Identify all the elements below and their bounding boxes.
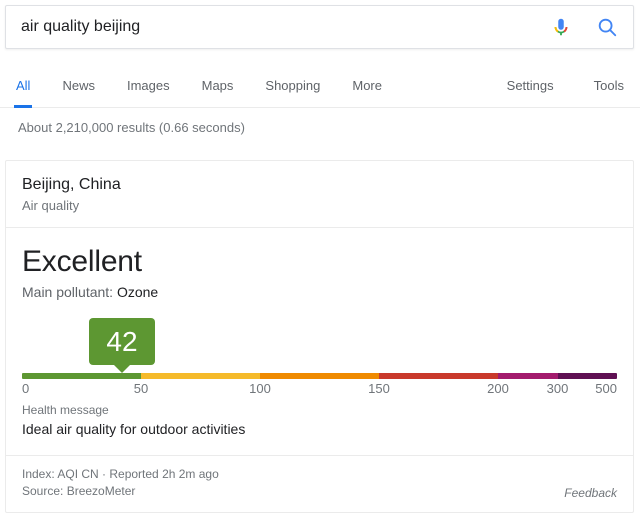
aqi-scale-tick-label: 50 [133, 381, 149, 396]
air-quality-card: Beijing, China Air quality Excellent Mai… [5, 160, 634, 513]
card-index-line: Index: AQI CN · Reported 2h 2m ago [22, 467, 219, 481]
tab-tools[interactable]: Tools [594, 64, 624, 94]
aqi-scale-segment [557, 373, 617, 379]
aqi-scale-tick-label: 150 [368, 381, 390, 396]
aqi-scale-labels: 0 50 100 150 200 300 500 [22, 381, 617, 399]
aqi-scale-tick-label: 300 [546, 381, 569, 396]
aqi-value-pointer [113, 364, 131, 373]
feedback-link[interactable]: Feedback [564, 486, 617, 500]
aqi-scale-segment [260, 373, 379, 379]
main-pollutant-label: Main pollutant: [22, 284, 114, 300]
air-quality-level: Excellent [22, 245, 142, 278]
health-message-title: Health message [22, 403, 109, 417]
tab-maps[interactable]: Maps [202, 64, 234, 94]
tab-settings[interactable]: Settings [507, 64, 554, 94]
health-message-section: Health message Ideal air quality for out… [6, 402, 633, 455]
microphone-icon[interactable] [549, 15, 573, 39]
result-stats: About 2,210,000 results (0.66 seconds) [18, 120, 245, 135]
aqi-scale-segment [498, 373, 558, 379]
aqi-gauge: 42 0 50 100 150 200 300 500 [22, 318, 617, 398]
nav-tabs-left: All News Images Maps Shopping More [13, 64, 414, 108]
aqi-scale-tick-label: 200 [487, 381, 509, 396]
card-header: Beijing, China Air quality [6, 161, 633, 228]
card-source-info: Index: AQI CN · Reported 2h 2m ago Sourc… [22, 466, 219, 500]
main-pollutant: Main pollutant: Ozone [22, 284, 617, 300]
aqi-value-badge: 42 [89, 318, 155, 365]
aqi-scale-segment [141, 373, 260, 379]
card-subtitle: Air quality [22, 198, 80, 213]
tab-news[interactable]: News [62, 64, 95, 94]
health-message-text: Ideal air quality for outdoor activities [22, 421, 246, 437]
aqi-scale-bar [22, 373, 617, 379]
place-name: Beijing, China [22, 176, 121, 193]
aqi-scale-segment [379, 373, 498, 379]
aqi-scale-tick-label: 0 [22, 381, 30, 396]
tab-more[interactable]: More [352, 64, 382, 94]
tab-all[interactable]: All [13, 64, 33, 108]
tab-shopping[interactable]: Shopping [265, 64, 320, 94]
tab-images[interactable]: Images [127, 64, 170, 94]
search-bar-actions [549, 15, 633, 39]
search-icon[interactable] [595, 15, 619, 39]
search-input[interactable] [6, 15, 549, 39]
main-pollutant-value: Ozone [116, 284, 159, 300]
aqi-scale-segment [22, 373, 141, 379]
aqi-value-text: 42 [106, 325, 138, 357]
search-nav-tabs: All News Images Maps Shopping More Setti… [0, 64, 640, 108]
aqi-scale-tick-label: 100 [249, 381, 271, 396]
card-footer: Index: AQI CN · Reported 2h 2m ago Sourc… [6, 455, 633, 512]
search-bar[interactable] [5, 5, 634, 49]
aqi-scale-tick-label: 500 [595, 381, 617, 396]
card-body: Excellent Main pollutant: Ozone 42 0 50 10… [6, 228, 633, 398]
card-source-line: Source: BreezoMeter [22, 484, 136, 498]
nav-tabs-right: Settings Tools [467, 64, 624, 108]
